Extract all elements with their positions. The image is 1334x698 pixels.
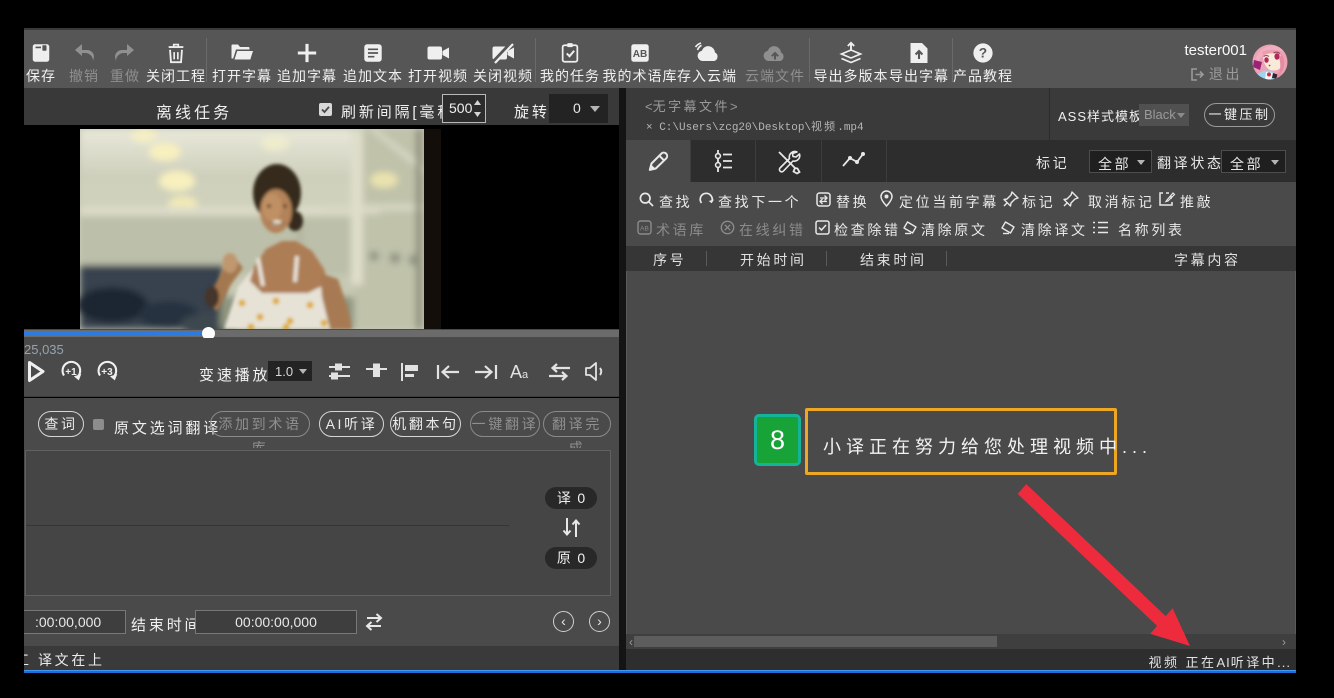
svg-text:+3: +3 [101, 367, 113, 378]
svg-text:?: ? [979, 46, 987, 61]
svg-text:A: A [510, 362, 522, 382]
svg-text:a: a [522, 369, 529, 381]
svg-text:+1: +1 [65, 367, 77, 378]
svg-text:AB: AB [633, 49, 648, 60]
svg-text:AB: AB [640, 226, 649, 233]
